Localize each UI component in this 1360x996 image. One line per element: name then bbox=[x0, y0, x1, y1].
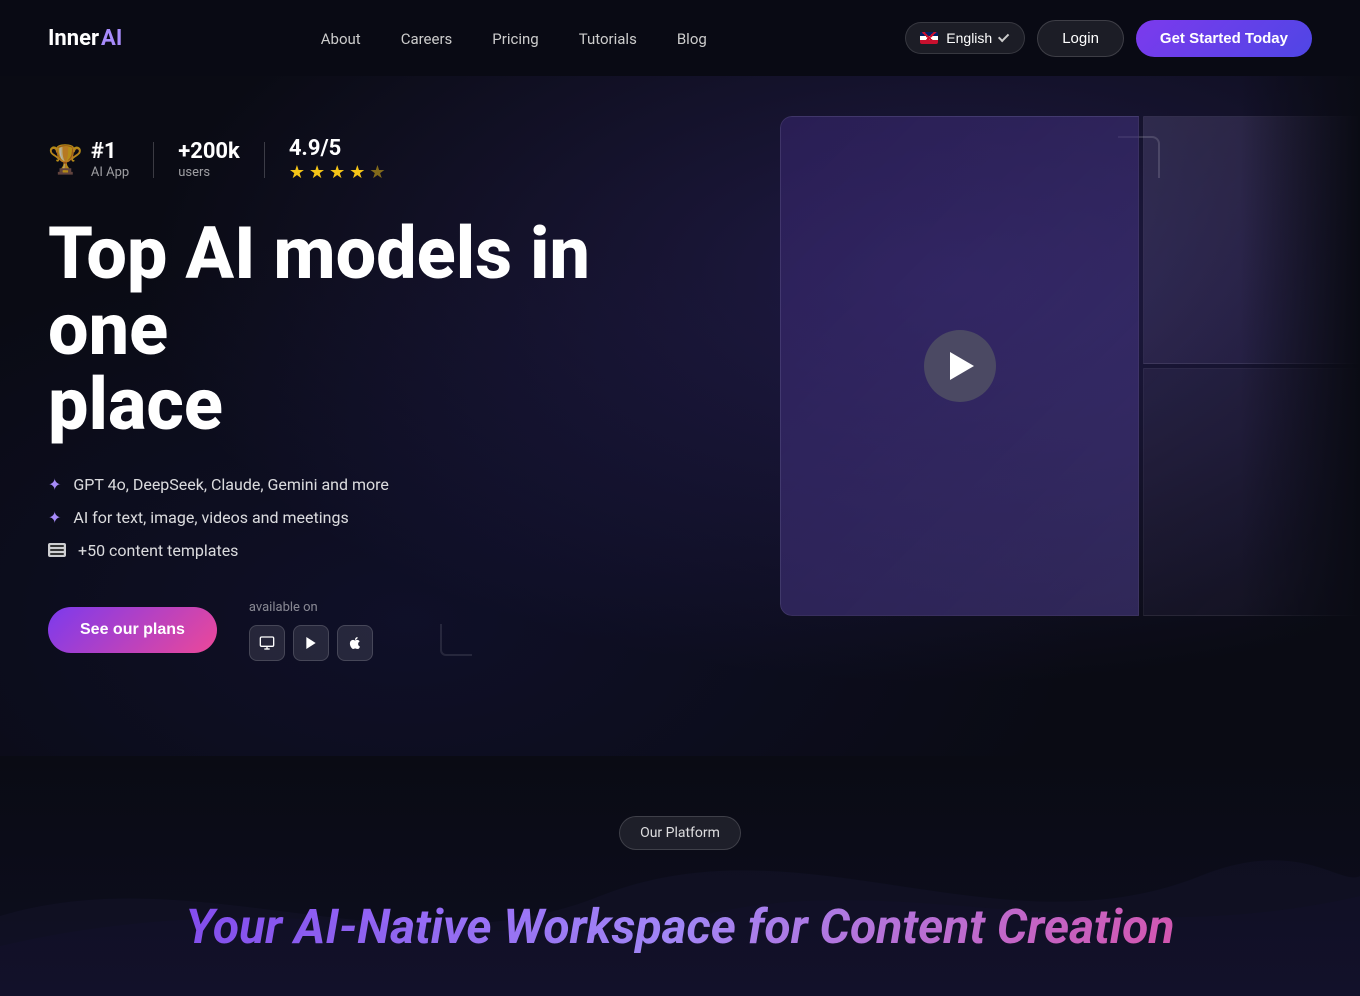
badge-rank: 🏆 #1 AI App bbox=[48, 139, 129, 181]
bottom-section: Our Platform Your AI-Native Workspace fo… bbox=[0, 756, 1360, 996]
badge-divider-1 bbox=[153, 142, 154, 178]
nav-pricing[interactable]: Pricing bbox=[492, 30, 538, 48]
available-on: available on bbox=[249, 600, 373, 661]
apple-icon bbox=[347, 635, 363, 651]
star-4: ★ bbox=[349, 162, 365, 184]
hero-headline: Top AI models in one place bbox=[48, 216, 688, 443]
nav-careers[interactable]: Careers bbox=[401, 30, 453, 48]
bottom-headline: Your AI-Native Workspace for Content Cre… bbox=[48, 898, 1312, 956]
star-2: ★ bbox=[309, 162, 325, 184]
apple-store-button[interactable] bbox=[337, 625, 373, 661]
badge-rating-num: 4.9/5 bbox=[289, 136, 386, 162]
badge-users-sub: users bbox=[178, 165, 240, 181]
star-1: ★ bbox=[289, 162, 305, 184]
star-3: ★ bbox=[329, 162, 345, 184]
nav-links: About Careers Pricing Tutorials Blog bbox=[321, 29, 707, 48]
play-button[interactable] bbox=[924, 330, 996, 402]
badge-users-num: +200k bbox=[178, 139, 240, 165]
see-plans-button[interactable]: See our plans bbox=[48, 607, 217, 653]
badge-rank-num: #1 bbox=[91, 139, 129, 165]
nav-tutorials[interactable]: Tutorials bbox=[579, 30, 637, 48]
platform-badge[interactable]: Our Platform bbox=[619, 816, 741, 850]
language-label: English bbox=[946, 30, 992, 46]
stars-row: ★ ★ ★ ★ ★ bbox=[289, 162, 386, 184]
badge-rank-sub: AI App bbox=[91, 165, 129, 181]
nav-about[interactable]: About bbox=[321, 30, 361, 48]
web-store-button[interactable] bbox=[249, 625, 285, 661]
play-store-icon bbox=[303, 635, 319, 651]
video-panel-top-right bbox=[1143, 116, 1360, 364]
laurel-left-icon: 🏆 bbox=[48, 143, 83, 176]
badge-users: +200k users bbox=[178, 139, 240, 181]
sparkle-icon-1: ✦ bbox=[48, 475, 61, 494]
play-triangle-icon bbox=[950, 352, 974, 380]
login-button[interactable]: Login bbox=[1037, 20, 1124, 57]
store-icons-row bbox=[249, 625, 373, 661]
monitor-icon bbox=[259, 635, 275, 651]
hero-section: 🏆 #1 AI App +200k users 4.9/5 ★ ★ ★ ★ bbox=[0, 76, 1360, 756]
get-started-button[interactable]: Get Started Today bbox=[1136, 20, 1312, 57]
video-main-panel[interactable] bbox=[780, 116, 1139, 616]
sparkle-icon-2: ✦ bbox=[48, 508, 61, 527]
logo[interactable]: Inner AI bbox=[48, 26, 122, 51]
star-5: ★ bbox=[369, 162, 385, 184]
nav-right: English Login Get Started Today bbox=[905, 20, 1312, 57]
video-panel-bottom-right bbox=[1143, 368, 1360, 616]
badge-rating: 4.9/5 ★ ★ ★ ★ ★ bbox=[289, 136, 386, 184]
navbar: Inner AI About Careers Pricing Tutorials… bbox=[0, 0, 1360, 76]
template-icon bbox=[48, 543, 66, 557]
chevron-down-icon bbox=[998, 31, 1009, 42]
nav-blog[interactable]: Blog bbox=[677, 30, 707, 48]
android-store-button[interactable] bbox=[293, 625, 329, 661]
badge-divider-2 bbox=[264, 142, 265, 178]
video-area bbox=[780, 116, 1360, 616]
available-label: available on bbox=[249, 600, 373, 615]
language-selector[interactable]: English bbox=[905, 22, 1025, 54]
flag-icon bbox=[920, 32, 938, 44]
platform-badge-container: Our Platform bbox=[48, 816, 1312, 874]
